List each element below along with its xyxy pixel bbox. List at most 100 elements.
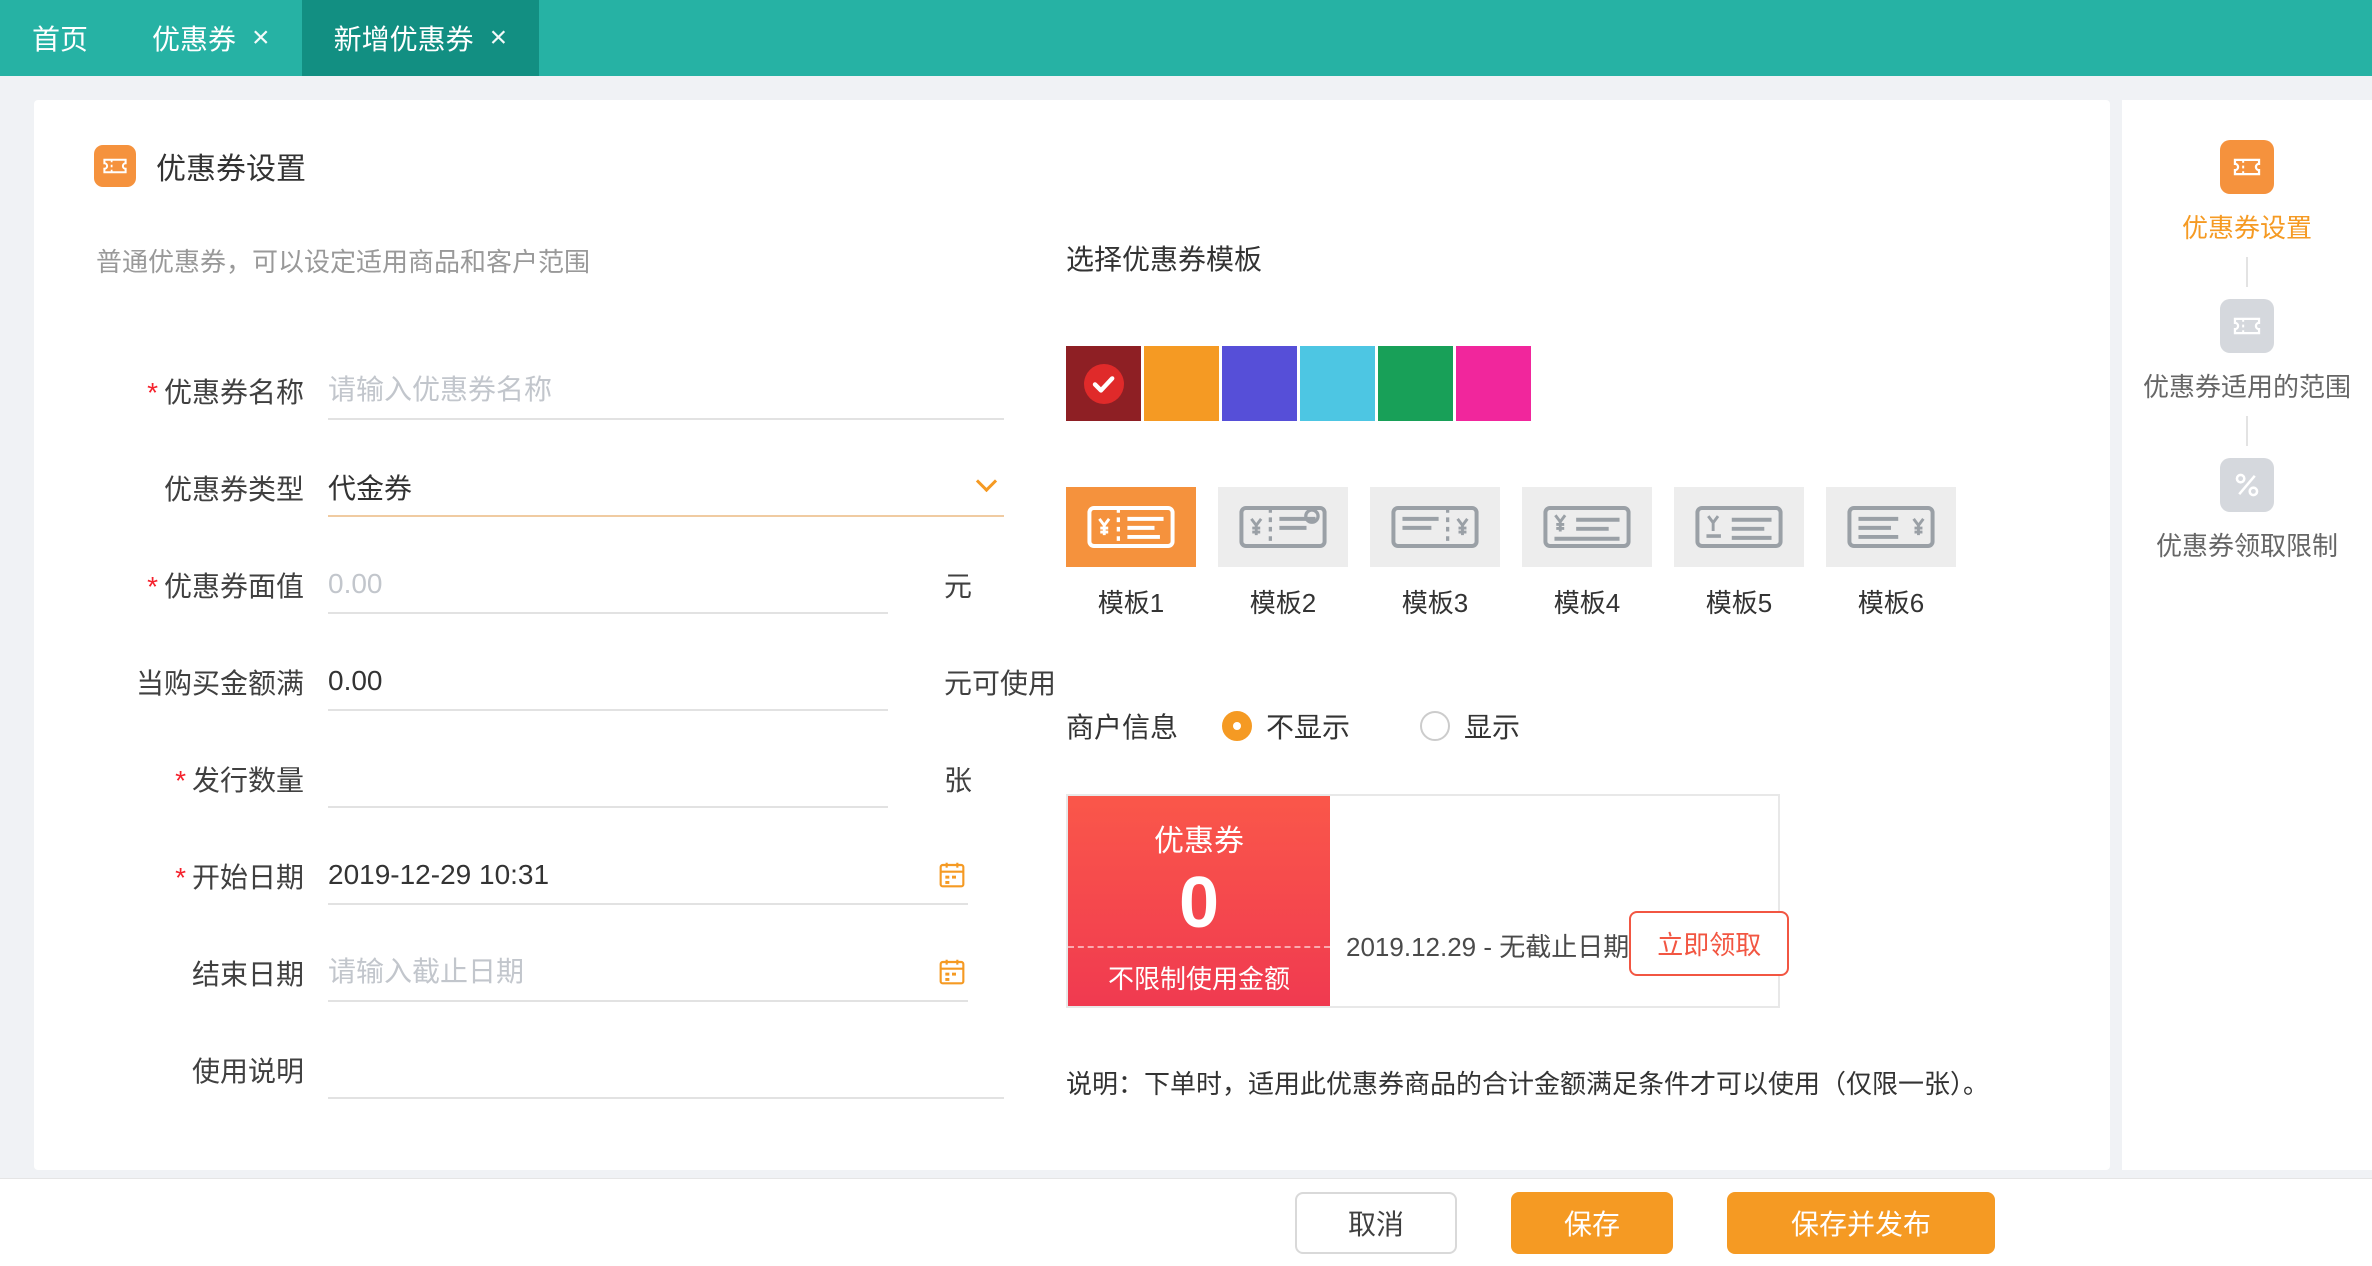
required-mark: *: [147, 570, 158, 602]
face-value-input-wrap: [328, 556, 888, 614]
close-icon[interactable]: ×: [490, 23, 508, 53]
step-claim-limit[interactable]: 优惠券领取限制: [2156, 458, 2338, 563]
ticket-icon: [1087, 506, 1175, 548]
tab-bar: 首页 优惠券 × 新增优惠券 ×: [0, 0, 2372, 76]
template-thumbnail: [1826, 487, 1956, 567]
steps-sidebar: 优惠券设置 优惠券适用的范围 优惠券领取限制: [2122, 100, 2372, 1170]
color-swatch[interactable]: [1144, 346, 1219, 421]
color-swatch[interactable]: [1300, 346, 1375, 421]
color-swatches: [1066, 346, 2076, 421]
step-label: 优惠券领取限制: [2155, 531, 2338, 561]
coupon-editor-screen: 首页 优惠券 × 新增优惠券 × 优惠券设置 普通优惠券，可以设定适用商品和客户…: [0, 0, 2372, 1266]
card-header: 优惠券设置: [94, 144, 306, 188]
merchant-show-radio[interactable]: 显示: [1420, 706, 1520, 746]
usage-input[interactable]: [328, 1052, 1004, 1085]
preview-amount: 0: [1178, 863, 1220, 943]
form-row-start-date: * 开始日期: [96, 827, 1076, 924]
radio-label: 不显示: [1266, 712, 1351, 743]
required-mark: *: [175, 861, 186, 893]
end-date-label: 结束日期: [191, 958, 304, 990]
step-connector: [2246, 257, 2248, 287]
face-value-input[interactable]: [328, 567, 888, 600]
coupon-form: *优惠券名称 优惠券类型 代金券 *优惠券面值: [96, 342, 1076, 1118]
template-label: 模板5: [1705, 588, 1773, 618]
min-amount-input[interactable]: [328, 664, 888, 697]
close-icon[interactable]: ×: [252, 23, 270, 53]
quantity-input[interactable]: [328, 761, 888, 794]
template-label: 模板4: [1553, 588, 1621, 618]
coupon-type-select[interactable]: 代金券: [328, 459, 1004, 517]
face-value-suffix: 元: [944, 570, 973, 602]
form-row-coupon-type: 优惠券类型 代金券: [96, 439, 1076, 536]
merchant-info-label: 商户信息: [1066, 712, 1179, 743]
end-date-input[interactable]: [328, 955, 936, 988]
tab-label: 优惠券: [152, 24, 237, 55]
tab-label: 首页: [32, 24, 89, 55]
coupon-name-input[interactable]: [328, 373, 1004, 406]
ticket-icon: [2219, 299, 2274, 353]
quantity-input-wrap: [328, 750, 888, 808]
coupon-preview-info: 2019.12.29 - 无截止日期 立即领取: [1330, 796, 1790, 1006]
radio-label: 显示: [1464, 712, 1521, 743]
footer-buttons: 取消 保存 保存并发布: [1295, 1191, 1995, 1254]
face-value-label: * 优惠券面值: [147, 570, 304, 602]
coupon-type-value: 代金券: [328, 472, 413, 504]
template-list: 模板1 模板2 模板3 模板4 模板5 模板6: [1066, 487, 2076, 620]
template-label: 模板3: [1401, 588, 1469, 618]
claim-button[interactable]: 立即领取: [1629, 911, 1790, 976]
save-button[interactable]: 保存: [1511, 1191, 1673, 1254]
min-amount-suffix: 元可使用: [944, 667, 1057, 699]
template-thumbnail: [1674, 487, 1804, 567]
template-option-3[interactable]: 模板3: [1370, 487, 1500, 620]
check-icon: [1083, 363, 1124, 404]
merchant-hide-radio[interactable]: 不显示: [1222, 706, 1350, 746]
cancel-button[interactable]: 取消: [1295, 1191, 1457, 1254]
form-row-end-date: 结束日期: [96, 924, 1076, 1021]
preview-limit: 不限制使用金额: [1107, 963, 1290, 994]
percent-icon: [2219, 458, 2274, 512]
ticket-icon: [1239, 506, 1327, 548]
color-swatch-selected[interactable]: [1066, 346, 1141, 421]
ticket-icon: [1847, 506, 1935, 548]
required-mark: *: [175, 764, 186, 796]
step-connector: [2246, 416, 2248, 446]
calendar-icon[interactable]: [936, 859, 968, 891]
min-amount-input-wrap: [328, 653, 888, 711]
template-option-2[interactable]: 模板2: [1218, 487, 1348, 620]
usage-label: 使用说明: [191, 1055, 304, 1087]
quantity-label: * 发行数量: [175, 764, 304, 796]
template-label: 模板6: [1857, 588, 1925, 618]
form-row-quantity: * 发行数量 张: [96, 730, 1076, 827]
coupon-icon: [94, 145, 136, 187]
template-thumbnail: [1522, 487, 1652, 567]
template-option-6[interactable]: 模板6: [1826, 487, 1956, 620]
color-swatch[interactable]: [1378, 346, 1453, 421]
chevron-down-icon: [975, 470, 998, 493]
coupon-preview: 优惠券 0 不限制使用金额 2019.12.29 - 无截止日期 立即领取: [1066, 794, 1790, 1008]
template-option-4[interactable]: 模板4: [1522, 487, 1652, 620]
template-label: 模板2: [1249, 588, 1317, 618]
template-option-1[interactable]: 模板1: [1066, 487, 1196, 620]
radio-unchecked-icon: [1420, 711, 1451, 741]
footer-bar: 取消 保存 保存并发布: [0, 1178, 2372, 1266]
form-row-face-value: *优惠券面值 元: [96, 536, 1076, 633]
page-title: 优惠券设置: [156, 153, 306, 186]
calendar-icon[interactable]: [936, 956, 968, 988]
color-swatch[interactable]: [1456, 346, 1531, 421]
save-publish-button[interactable]: 保存并发布: [1727, 1191, 1995, 1254]
color-swatch[interactable]: [1222, 346, 1297, 421]
tab-home[interactable]: 首页: [0, 0, 120, 76]
usage-input-wrap: [328, 1041, 1004, 1099]
template-option-5[interactable]: 模板5: [1674, 487, 1804, 620]
min-amount-label: 当购买金额满: [135, 667, 304, 699]
start-date-input-wrap: [328, 847, 968, 905]
start-date-input[interactable]: [328, 858, 936, 891]
step-coupon-settings[interactable]: 优惠券设置: [2182, 140, 2312, 245]
step-coupon-scope[interactable]: 优惠券适用的范围: [2143, 299, 2351, 404]
end-date-input-wrap: [328, 944, 968, 1002]
tab-new-coupon[interactable]: 新增优惠券 ×: [301, 0, 540, 76]
step-label: 优惠券设置: [2181, 213, 2312, 243]
template-section-title: 选择优惠券模板: [1066, 244, 1263, 275]
tab-coupons[interactable]: 优惠券 ×: [120, 0, 302, 76]
usage-note: 说明：下单时，适用此优惠券商品的合计金额满足条件才可以使用（仅限一张）。: [1066, 1069, 1990, 1099]
